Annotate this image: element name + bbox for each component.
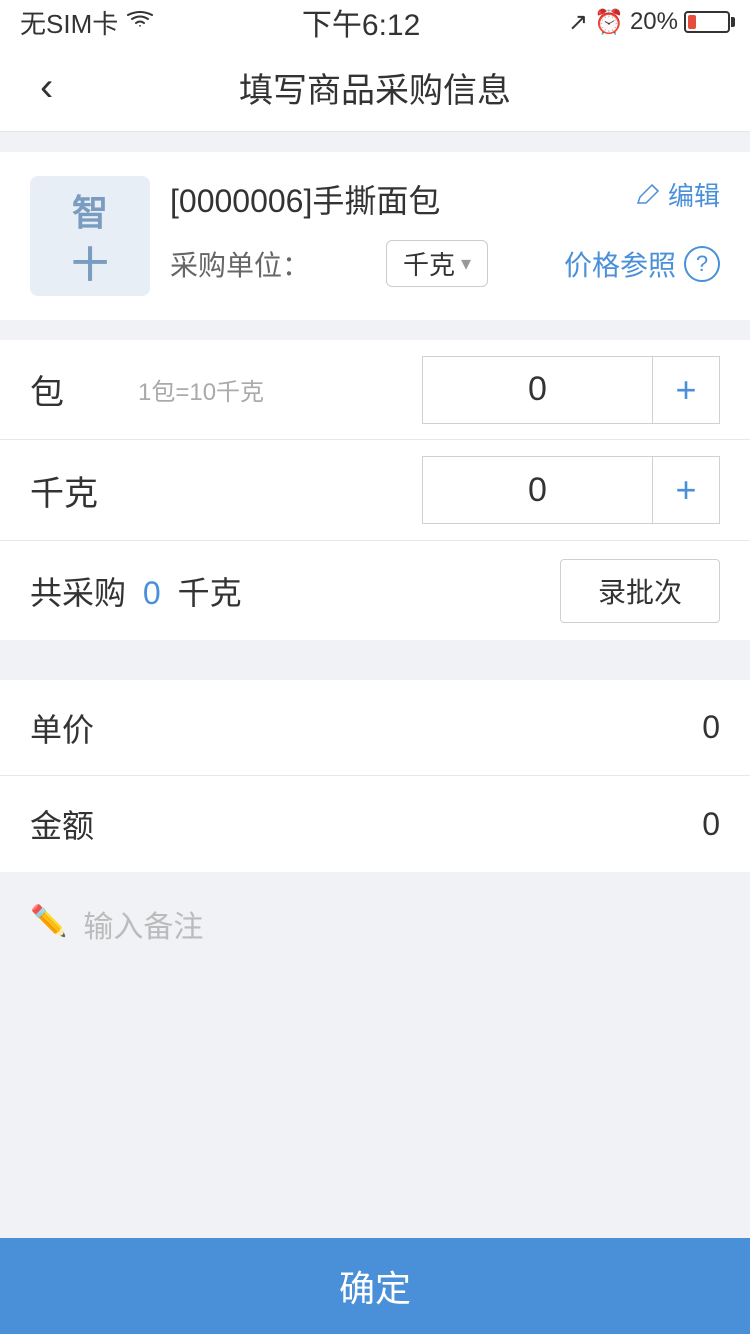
unit-label: 采购单位： bbox=[170, 244, 310, 284]
unit-select[interactable]: 千克 ▾ bbox=[386, 240, 488, 287]
unit-price-value: 0 bbox=[702, 709, 720, 746]
quantity-section: 包 1包=10千克 + 千克 + bbox=[0, 340, 750, 540]
kg-quantity-input[interactable] bbox=[422, 456, 652, 524]
battery-icon bbox=[684, 11, 730, 33]
pack-quantity-input[interactable] bbox=[422, 356, 652, 424]
unit-row: 采购单位： 千克 ▾ 价格参照 ? bbox=[170, 240, 720, 287]
status-left: 无SIM卡 bbox=[20, 4, 154, 41]
price-ref-label: 价格参照 bbox=[564, 244, 676, 284]
total-row: 共采购 0 千克 录批次 bbox=[0, 540, 750, 640]
section-divider-1 bbox=[0, 320, 750, 340]
confirm-button[interactable]: 确定 bbox=[0, 1238, 750, 1334]
kg-label: 千克 bbox=[30, 466, 130, 515]
unit-price-row: 单价 0 bbox=[0, 680, 750, 776]
carrier-text: 无SIM卡 bbox=[20, 4, 118, 41]
chevron-down-icon: ▾ bbox=[461, 251, 471, 276]
back-button[interactable]: ‹ bbox=[30, 55, 63, 120]
product-info: [0000006]手撕面包 编辑 采购单位： 千克 ▾ 价格参照 ? bbox=[170, 176, 720, 287]
wifi-icon bbox=[126, 7, 154, 38]
unit-value: 千克 bbox=[403, 245, 455, 282]
unit-price-label: 单价 bbox=[30, 705, 94, 751]
pack-hint: 1包=10千克 bbox=[138, 372, 264, 407]
confirm-label: 确定 bbox=[339, 1260, 411, 1312]
status-time: 下午6:12 bbox=[302, 0, 420, 44]
edit-button[interactable]: 编辑 bbox=[634, 176, 720, 213]
price-ref-button[interactable]: 价格参照 ? bbox=[564, 244, 720, 284]
product-name-row: [0000006]手撕面包 编辑 bbox=[170, 176, 720, 222]
amount-label: 金额 bbox=[30, 801, 94, 847]
status-bar: 无SIM卡 下午6:12 ↗ ⏰ 20% bbox=[0, 0, 750, 44]
amount-value: 0 bbox=[702, 806, 720, 843]
pack-input-row: 包 1包=10千克 + bbox=[0, 340, 750, 440]
status-right: ↗ ⏰ 20% bbox=[568, 8, 730, 37]
alarm-icon: ⏰ bbox=[594, 8, 624, 37]
kg-plus-button[interactable]: + bbox=[652, 456, 720, 524]
battery-percent: 20% bbox=[630, 8, 678, 36]
product-card: 智 十 [0000006]手撕面包 编辑 采购单位： 千克 ▾ 价格参照 ? bbox=[0, 152, 750, 320]
pack-input-right: + bbox=[422, 356, 720, 424]
edit-icon bbox=[634, 181, 662, 209]
kg-input-row: 千克 + bbox=[0, 440, 750, 540]
pack-label: 包 bbox=[30, 365, 130, 414]
pencil-icon: ✏️ bbox=[30, 904, 67, 939]
batch-button[interactable]: 录批次 bbox=[560, 559, 720, 623]
pack-plus-button[interactable]: + bbox=[652, 356, 720, 424]
help-icon[interactable]: ? bbox=[684, 246, 720, 282]
amount-row: 金额 0 bbox=[0, 776, 750, 872]
kg-input-right: + bbox=[422, 456, 720, 524]
total-text: 共采购 0 千克 bbox=[30, 568, 242, 614]
remarks-section[interactable]: ✏️ 输入备注 bbox=[0, 874, 750, 1274]
section-divider-2 bbox=[0, 640, 750, 660]
product-image: 智 十 bbox=[30, 176, 150, 296]
nav-bar: ‹ 填写商品采购信息 bbox=[0, 44, 750, 132]
total-value: 0 bbox=[143, 575, 161, 611]
price-section: 单价 0 金额 0 bbox=[0, 680, 750, 872]
product-name: [0000006]手撕面包 bbox=[170, 176, 440, 222]
page-title: 填写商品采购信息 bbox=[239, 63, 511, 112]
product-logo: 智 十 bbox=[72, 184, 108, 288]
remarks-placeholder: 输入备注 bbox=[83, 902, 203, 946]
location-icon: ↗ bbox=[568, 8, 588, 37]
